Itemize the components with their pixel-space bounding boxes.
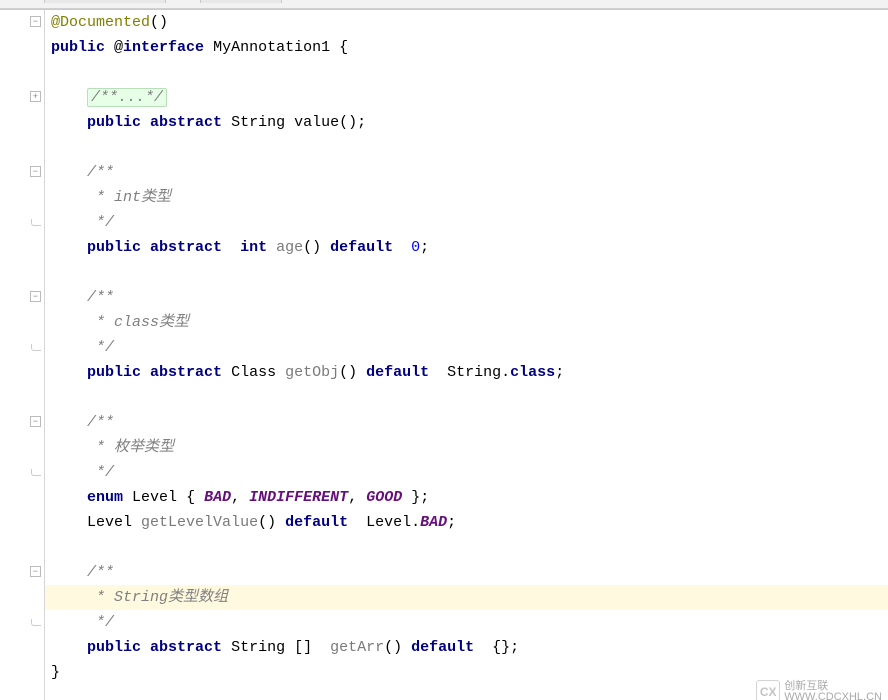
code-line: public abstract int age() default 0; xyxy=(45,235,888,260)
fold-end-icon xyxy=(30,469,42,481)
code-line: public @interface MyAnnotation1 { xyxy=(45,35,888,60)
doc-line: * class类型 xyxy=(45,310,888,335)
code-line: Level getLevelValue() default Level.BAD; xyxy=(45,510,888,535)
doc-line: /** xyxy=(45,285,888,310)
fold-end-icon xyxy=(30,219,42,231)
watermark-url: WWW.CDCXHL.CN xyxy=(784,692,882,700)
tab-chip xyxy=(200,0,282,3)
doc-line: */ xyxy=(45,210,888,235)
watermark-logo-icon: CX xyxy=(756,680,780,700)
blank-line xyxy=(45,260,888,285)
collapsed-doc-comment[interactable]: /**...*/ xyxy=(87,88,167,107)
code-line: enum Level { BAD, INDIFFERENT, GOOD }; xyxy=(45,485,888,510)
blank-line xyxy=(45,60,888,85)
code-line: /**...*/ xyxy=(45,85,888,110)
blank-line xyxy=(45,535,888,560)
doc-line: * int类型 xyxy=(45,185,888,210)
fold-minus-icon[interactable]: − xyxy=(30,566,42,578)
doc-line: /** xyxy=(45,160,888,185)
doc-line: */ xyxy=(45,610,888,635)
tab-chip xyxy=(44,0,166,3)
fold-plus-icon[interactable]: + xyxy=(30,91,42,103)
fold-end-icon xyxy=(30,344,42,356)
fold-minus-icon[interactable]: − xyxy=(30,166,42,178)
blank-line xyxy=(45,385,888,410)
code-line: public abstract String [] getArr() defau… xyxy=(45,635,888,660)
blank-line xyxy=(45,135,888,160)
fold-minus-icon[interactable]: − xyxy=(30,16,42,28)
code-line: public abstract String value(); xyxy=(45,110,888,135)
doc-line: /** xyxy=(45,560,888,585)
annotation: @Documented xyxy=(51,14,150,31)
gutter[interactable]: − + − − − − xyxy=(0,10,45,700)
fold-end-icon xyxy=(30,619,42,631)
watermark: CX 创新互联 WWW.CDCXHL.CN xyxy=(756,680,882,700)
code-line: public abstract Class getObj() default S… xyxy=(45,360,888,385)
doc-line: * 枚举类型 xyxy=(45,435,888,460)
fold-minus-icon[interactable]: − xyxy=(30,291,42,303)
code-line: @Documented() xyxy=(45,10,888,35)
caret-line: * String类型数组 xyxy=(45,585,888,610)
doc-line: */ xyxy=(45,335,888,360)
editor-tab-bar xyxy=(0,0,888,9)
interface-name: MyAnnotation1 xyxy=(213,39,330,56)
editor-frame: − + − − − − @Documented() public @interf… xyxy=(0,9,888,700)
fold-minus-icon[interactable]: − xyxy=(30,416,42,428)
doc-line: /** xyxy=(45,410,888,435)
code-area[interactable]: @Documented() public @interface MyAnnota… xyxy=(45,10,888,700)
doc-line: */ xyxy=(45,460,888,485)
